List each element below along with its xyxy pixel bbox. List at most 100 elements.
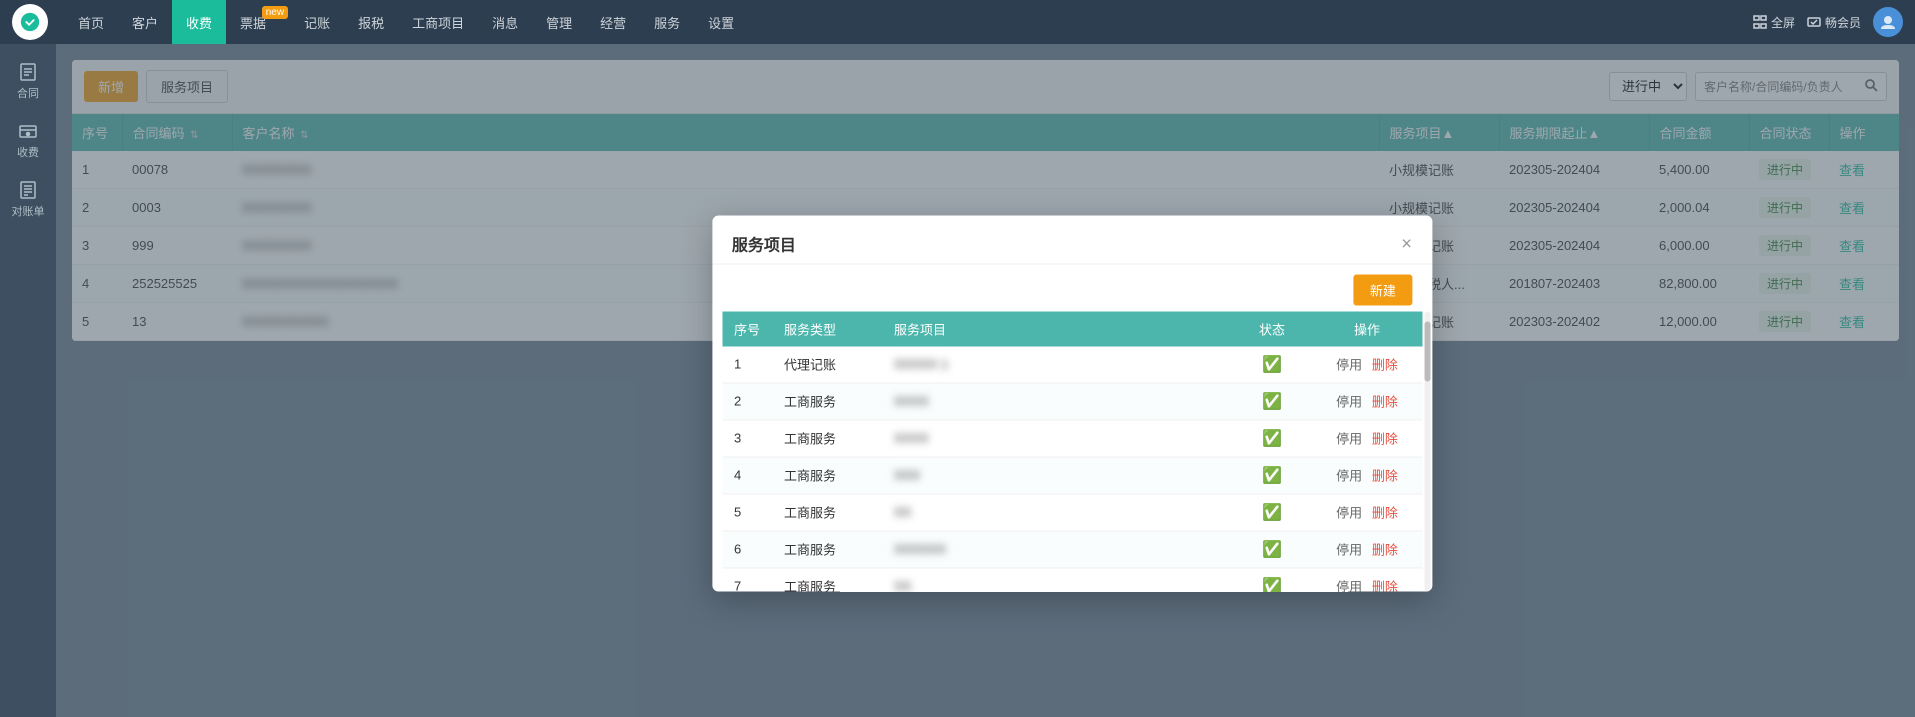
modal-close-button[interactable]: × (1401, 234, 1412, 252)
nav-message[interactable]: 消息 (478, 0, 532, 44)
top-nav: 首页 客户 收费 票据 new 记账 报税 工商项目 消息 管理 经营 服务 设… (0, 0, 1915, 44)
modal-cell-type: 工商服务 (772, 494, 882, 531)
modal-col-op: 操作 (1312, 311, 1422, 346)
modal-cell-status: ✅ (1232, 568, 1312, 592)
modal-cell-item: XX (882, 494, 1232, 531)
modal-cell-status: ✅ (1232, 420, 1312, 457)
modal-cell-status: ✅ (1232, 346, 1312, 383)
modal-cell-item: XXXX (882, 383, 1232, 420)
modal-cell-seq: 6 (722, 531, 772, 568)
service-items-modal: 服务项目 × 新建 序号 服务类型 服务项目 状态 操作 (712, 215, 1432, 591)
modal-cell-status: ✅ (1232, 457, 1312, 494)
avatar[interactable] (1873, 7, 1903, 37)
nav-service[interactable]: 服务 (640, 0, 694, 44)
delete-button[interactable]: 删除 (1372, 469, 1398, 484)
modal-cell-type: 工商服务 (772, 420, 882, 457)
new-badge: new (262, 6, 288, 19)
modal-cell-item: XXXX (882, 420, 1232, 457)
delete-button[interactable]: 删除 (1372, 395, 1398, 410)
stop-button[interactable]: 停用 (1336, 543, 1362, 558)
modal-toolbar: 新建 (712, 264, 1432, 311)
layout: 合同 收费 对账单 新增 服务项目 进行中 已完成 已终止 (0, 44, 1915, 717)
delete-button[interactable]: 删除 (1372, 506, 1398, 521)
list-item: 7 工商服务 XX ✅ 停用 删除 (722, 568, 1422, 592)
delete-button[interactable]: 删除 (1372, 580, 1398, 592)
status-check-icon: ✅ (1262, 578, 1282, 591)
status-check-icon: ✅ (1262, 541, 1282, 558)
stop-button[interactable]: 停用 (1336, 580, 1362, 592)
sidebar: 合同 收费 对账单 (0, 44, 56, 717)
status-check-icon: ✅ (1262, 430, 1282, 447)
sidebar-item-fee[interactable]: 收费 (0, 111, 56, 170)
stop-button[interactable]: 停用 (1336, 395, 1362, 410)
sidebar-item-contract[interactable]: 合同 (0, 52, 56, 111)
modal-cell-op: 停用 删除 (1312, 494, 1422, 531)
modal-header: 服务项目 × (712, 215, 1432, 264)
modal-cell-status: ✅ (1232, 494, 1312, 531)
modal-cell-seq: 5 (722, 494, 772, 531)
modal-cell-seq: 1 (722, 346, 772, 383)
modal-cell-item: XXXXX 1 (882, 346, 1232, 383)
scrollbar-track[interactable] (1424, 311, 1430, 591)
nav-operation[interactable]: 经营 (586, 0, 640, 44)
delete-button[interactable]: 删除 (1372, 543, 1398, 558)
nav-settings[interactable]: 设置 (694, 0, 748, 44)
modal-cell-seq: 3 (722, 420, 772, 457)
list-item: 5 工商服务 XX ✅ 停用 删除 (722, 494, 1422, 531)
modal-cell-type: 工商服务 (772, 383, 882, 420)
stop-button[interactable]: 停用 (1336, 432, 1362, 447)
nav-items: 首页 客户 收费 票据 new 记账 报税 工商项目 消息 管理 经营 服务 设… (64, 0, 1753, 44)
sidebar-fee-label: 收费 (17, 144, 39, 160)
modal-cell-seq: 4 (722, 457, 772, 494)
nav-accounting[interactable]: 记账 (290, 0, 344, 44)
nav-right: 全屏 畅会员 (1753, 7, 1903, 37)
modal-cell-status: ✅ (1232, 531, 1312, 568)
modal-cell-type: 工商服务 (772, 568, 882, 592)
fullscreen-label: 全屏 (1771, 14, 1795, 31)
delete-button[interactable]: 删除 (1372, 358, 1398, 373)
status-check-icon: ✅ (1262, 356, 1282, 373)
nav-invoice[interactable]: 票据 new (226, 0, 290, 44)
stop-button[interactable]: 停用 (1336, 469, 1362, 484)
list-item: 2 工商服务 XXXX ✅ 停用 删除 (722, 383, 1422, 420)
vip-btn[interactable]: 畅会员 (1807, 14, 1861, 31)
modal-cell-item: XX (882, 568, 1232, 592)
nav-customer[interactable]: 客户 (118, 0, 172, 44)
modal-cell-op: 停用 删除 (1312, 457, 1422, 494)
list-item: 3 工商服务 XXXX ✅ 停用 删除 (722, 420, 1422, 457)
modal-col-seq: 序号 (722, 311, 772, 346)
fullscreen-btn[interactable]: 全屏 (1753, 14, 1795, 31)
status-check-icon: ✅ (1262, 393, 1282, 410)
nav-home[interactable]: 首页 (64, 0, 118, 44)
sidebar-item-statement[interactable]: 对账单 (0, 170, 56, 229)
nav-fee[interactable]: 收费 (172, 0, 226, 44)
main-content: 新增 服务项目 进行中 已完成 已终止 (56, 44, 1915, 717)
modal-cell-item: XXX (882, 457, 1232, 494)
modal-cell-type: 工商服务 (772, 531, 882, 568)
nav-business[interactable]: 工商项目 (398, 0, 478, 44)
nav-manage[interactable]: 管理 (532, 0, 586, 44)
sidebar-statement-label: 对账单 (12, 203, 45, 219)
modal-cell-seq: 7 (722, 568, 772, 592)
modal-cell-op: 停用 删除 (1312, 346, 1422, 383)
modal-cell-type: 代理记账 (772, 346, 882, 383)
stop-button[interactable]: 停用 (1336, 506, 1362, 521)
modal-cell-seq: 2 (722, 383, 772, 420)
modal-table-wrap: 序号 服务类型 服务项目 状态 操作 1 代理记账 XXXXX 1 ✅ 停用 删… (712, 311, 1432, 591)
sidebar-contract-label: 合同 (17, 85, 39, 101)
status-check-icon: ✅ (1262, 504, 1282, 521)
list-item: 6 工商服务 XXXXXX ✅ 停用 删除 (722, 531, 1422, 568)
new-service-button[interactable]: 新建 (1354, 274, 1412, 305)
modal-cell-op: 停用 删除 (1312, 420, 1422, 457)
modal-cell-op: 停用 删除 (1312, 568, 1422, 592)
scrollbar-thumb[interactable] (1424, 321, 1430, 381)
vip-label: 畅会员 (1825, 14, 1861, 31)
modal-col-item: 服务项目 (882, 311, 1232, 346)
delete-button[interactable]: 删除 (1372, 432, 1398, 447)
modal-col-status: 状态 (1232, 311, 1312, 346)
modal-cell-op: 停用 删除 (1312, 531, 1422, 568)
nav-tax[interactable]: 报税 (344, 0, 398, 44)
stop-button[interactable]: 停用 (1336, 358, 1362, 373)
logo (12, 4, 48, 40)
list-item: 1 代理记账 XXXXX 1 ✅ 停用 删除 (722, 346, 1422, 383)
